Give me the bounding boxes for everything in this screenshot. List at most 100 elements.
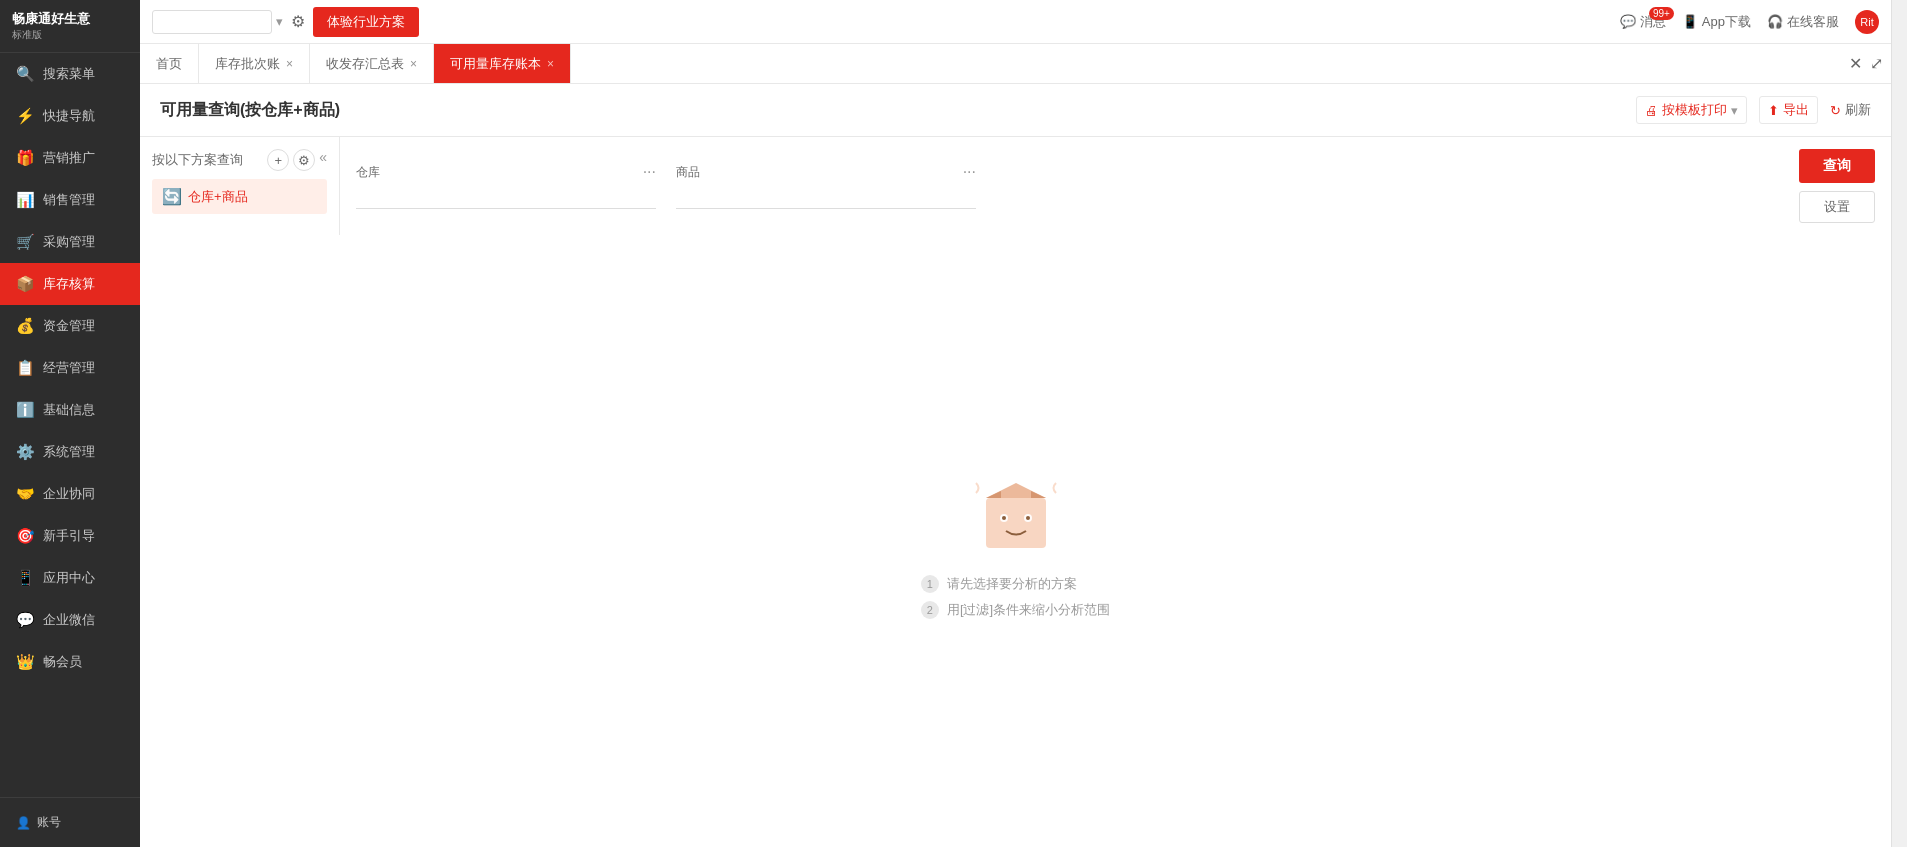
export-btn[interactable]: ⬆ 导出 xyxy=(1759,96,1818,124)
search-icon: 🔍 xyxy=(16,65,35,83)
app-download-btn[interactable]: 📱 App下载 xyxy=(1682,13,1751,31)
experience-btn[interactable]: 体验行业方案 xyxy=(313,7,419,37)
filter-goods-text: 商品 xyxy=(676,164,700,181)
purchase-mgmt-icon: 🛒 xyxy=(16,233,35,251)
sidebar-item-purchase-mgmt[interactable]: 🛒 采购管理 xyxy=(0,221,140,263)
tabbar-close-all-icon[interactable]: ✕ xyxy=(1849,54,1862,73)
query-area: 按以下方案查询 + ⚙ « 🔄 仓库+商品 仓库 ··· xyxy=(140,137,1891,235)
sidebar-item-system-mgmt[interactable]: ⚙️ 系统管理 xyxy=(0,431,140,473)
sidebar-item-shortcut[interactable]: ⚡ 快捷导航 xyxy=(0,95,140,137)
filter-goods-dots[interactable]: ··· xyxy=(963,163,976,181)
message-badge: 99+ xyxy=(1649,7,1674,20)
enterprise-coop-icon: 🤝 xyxy=(16,485,35,503)
tab-recv-summary[interactable]: 收发存汇总表 × xyxy=(310,44,434,83)
message-btn[interactable]: 💬 消息 99+ xyxy=(1620,13,1666,31)
tab-home[interactable]: 首页 xyxy=(140,44,199,83)
empty-illustration xyxy=(966,463,1066,563)
sidebar-item-vip-member[interactable]: 👑 畅会员 xyxy=(0,641,140,683)
sidebar-item-finance-mgmt[interactable]: 💰 资金管理 xyxy=(0,305,140,347)
main-area: ▾ ⚙ 体验行业方案 💬 消息 99+ 📱 App下载 🎧 在线客服 Rit xyxy=(140,0,1891,847)
topbar-dropdown-icon[interactable]: ▾ xyxy=(276,14,283,29)
refresh-btn[interactable]: ↻ 刷新 xyxy=(1830,101,1871,119)
sidebar-item-inventory-calc[interactable]: 📦 库存核算 xyxy=(0,263,140,305)
online-service-btn[interactable]: 🎧 在线客服 xyxy=(1767,13,1839,31)
scheme-item-icon: 🔄 xyxy=(162,187,182,206)
sidebar-bottom-user[interactable]: 👤 账号 xyxy=(0,806,140,839)
finance-mgmt-icon: 💰 xyxy=(16,317,35,335)
sidebar-item-label-enterprise-wechat: 企业微信 xyxy=(43,611,95,629)
sidebar-item-basic-info[interactable]: ℹ️ 基础信息 xyxy=(0,389,140,431)
app-icon: 📱 xyxy=(1682,14,1698,29)
sidebar-item-enterprise-wechat[interactable]: 💬 企业微信 xyxy=(0,599,140,641)
tab-home-label: 首页 xyxy=(156,55,182,73)
sidebar-item-app-center[interactable]: 📱 应用中心 xyxy=(0,557,140,599)
tabbar-expand-icon[interactable]: ⤢ xyxy=(1870,54,1883,73)
filter-warehouse-dots[interactable]: ··· xyxy=(643,163,656,181)
scheme-item-warehouse-goods[interactable]: 🔄 仓库+商品 xyxy=(152,179,327,214)
sidebar-item-label-marketing-promo: 营销推广 xyxy=(43,149,95,167)
tabbar-right: ✕ ⤢ xyxy=(1841,44,1891,83)
filter-warehouse-input[interactable] xyxy=(356,185,656,209)
filter-goods-input[interactable] xyxy=(676,185,976,209)
svg-rect-0 xyxy=(986,498,1046,548)
filter-goods: 商品 ··· xyxy=(676,163,976,209)
service-label: 在线客服 xyxy=(1787,13,1839,31)
tab-recv-summary-close[interactable]: × xyxy=(410,57,417,71)
tab-batch-ledger-close[interactable]: × xyxy=(286,57,293,71)
scheme-item-label: 仓库+商品 xyxy=(188,188,248,206)
empty-state: 1 请先选择要分析的方案 2 用[过滤]条件来缩小分析范围 xyxy=(140,235,1891,847)
inventory-calc-icon: 📦 xyxy=(16,275,35,293)
tab-batch-ledger[interactable]: 库存批次账 × xyxy=(199,44,310,83)
svg-point-6 xyxy=(1002,516,1006,520)
query-filters: 仓库 ··· 商品 ··· xyxy=(340,137,1783,235)
sidebar-item-label-new-guide: 新手引导 xyxy=(43,527,95,545)
vip-member-icon: 👑 xyxy=(16,653,35,671)
filter-warehouse-text: 仓库 xyxy=(356,164,380,181)
sidebar: 畅康通好生意 标准版 🔍 搜索菜单 ⚡ 快捷导航 🎁 营销推广 📊 销售管理 🛒… xyxy=(0,0,140,847)
query-submit-btn[interactable]: 查询 xyxy=(1799,149,1875,183)
empty-tips: 1 请先选择要分析的方案 2 用[过滤]条件来缩小分析范围 xyxy=(921,575,1110,619)
refresh-label: 刷新 xyxy=(1845,101,1871,119)
collapse-sidebar-btn[interactable]: « xyxy=(319,149,327,171)
filter-warehouse: 仓库 ··· xyxy=(356,163,656,209)
sidebar-item-label-shortcut: 快捷导航 xyxy=(43,107,95,125)
query-sidebar-header: 按以下方案查询 + ⚙ « xyxy=(152,149,327,171)
tab-available-ledger-close[interactable]: × xyxy=(547,57,554,71)
right-scrollbar[interactable] xyxy=(1891,0,1907,847)
tab-available-ledger[interactable]: 可用量库存账本 × xyxy=(434,44,571,83)
content-area: 可用量查询(按仓库+商品) 🖨 按模板打印 ▾ ⬆ 导出 ↻ 刷新 xyxy=(140,84,1891,847)
print-btn[interactable]: 🖨 按模板打印 ▾ xyxy=(1636,96,1747,124)
query-settings-btn[interactable]: 设置 xyxy=(1799,191,1875,223)
print-label: 按模板打印 xyxy=(1662,101,1727,119)
user-btn[interactable]: Rit xyxy=(1855,10,1879,34)
topbar-right: 💬 消息 99+ 📱 App下载 🎧 在线客服 Rit xyxy=(1620,10,1879,34)
sidebar-item-ops-mgmt[interactable]: 📋 经营管理 xyxy=(0,347,140,389)
user-avatar: Rit xyxy=(1855,10,1879,34)
enterprise-wechat-icon: 💬 xyxy=(16,611,35,629)
sidebar-bottom: 👤 账号 xyxy=(0,797,140,847)
sidebar-item-search[interactable]: 🔍 搜索菜单 xyxy=(0,53,140,95)
shortcut-icon: ⚡ xyxy=(16,107,35,125)
sidebar-item-marketing-promo[interactable]: 🎁 营销推广 xyxy=(0,137,140,179)
tip-2-num: 2 xyxy=(921,601,939,619)
query-scheme-sidebar: 按以下方案查询 + ⚙ « 🔄 仓库+商品 xyxy=(140,137,340,235)
page-title: 可用量查询(按仓库+商品) xyxy=(160,100,340,121)
tip-1-num: 1 xyxy=(921,575,939,593)
query-btn-area: 查询 设置 xyxy=(1783,137,1891,235)
sidebar-item-label-ops-mgmt: 经营管理 xyxy=(43,359,95,377)
sidebar-item-label-vip-member: 畅会员 xyxy=(43,653,82,671)
sidebar-logo: 畅康通好生意 标准版 xyxy=(0,0,140,53)
basic-info-icon: ℹ️ xyxy=(16,401,35,419)
print-dropdown-icon[interactable]: ▾ xyxy=(1731,103,1738,118)
tabbar: 首页 库存批次账 × 收发存汇总表 × 可用量库存账本 × ✕ ⤢ xyxy=(140,44,1891,84)
topbar-search-input[interactable] xyxy=(152,10,272,34)
topbar-gear-icon[interactable]: ⚙ xyxy=(291,12,305,31)
add-scheme-btn[interactable]: + xyxy=(267,149,289,171)
tab-batch-ledger-label: 库存批次账 xyxy=(215,55,280,73)
sidebar-item-new-guide[interactable]: 🎯 新手引导 xyxy=(0,515,140,557)
sidebar-item-sales-mgmt[interactable]: 📊 销售管理 xyxy=(0,179,140,221)
export-icon: ⬆ xyxy=(1768,103,1779,118)
sidebar-item-enterprise-coop[interactable]: 🤝 企业协同 xyxy=(0,473,140,515)
new-guide-icon: 🎯 xyxy=(16,527,35,545)
settings-scheme-btn[interactable]: ⚙ xyxy=(293,149,315,171)
